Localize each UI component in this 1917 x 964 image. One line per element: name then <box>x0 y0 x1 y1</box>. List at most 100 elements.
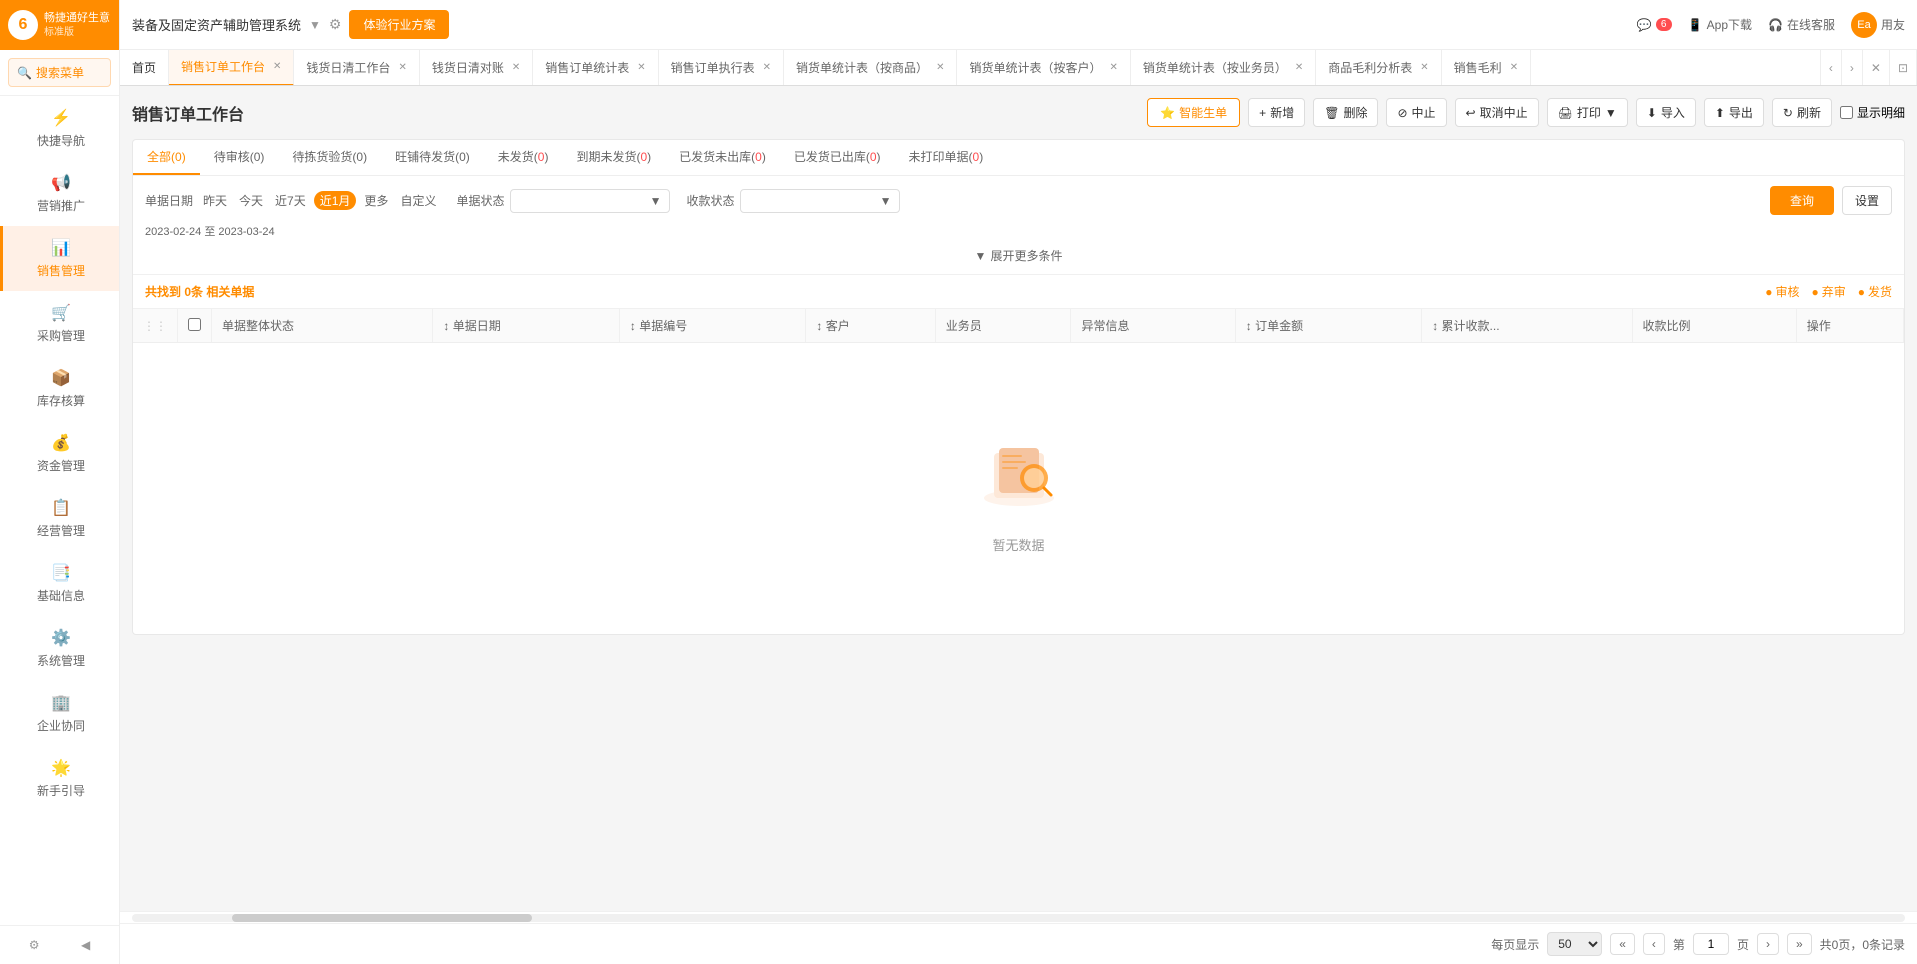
date-range-display: 2023-02-24 至 2023-03-24 <box>145 223 275 239</box>
status-tab-wangpu-pending-ship[interactable]: 旺铺待发货(0) <box>381 140 484 175</box>
import-btn[interactable]: ⬇ 导入 <box>1636 98 1696 127</box>
status-tab-shipped-not-stocked[interactable]: 已发货未出库(0) <box>665 140 780 175</box>
user-action[interactable]: Ea 用友 <box>1851 12 1905 38</box>
last-page-btn[interactable]: » <box>1787 933 1812 955</box>
tab-close-sales-stats-staff[interactable]: ✕ <box>1295 62 1303 73</box>
next-page-btn[interactable]: › <box>1757 933 1779 955</box>
sidebar-item-base[interactable]: 📑基础信息 <box>0 551 119 616</box>
date-opt-1month[interactable]: 近1月 <box>314 191 357 210</box>
sidebar-item-operation[interactable]: 📋经营管理 <box>0 486 119 551</box>
show-detail-checkbox[interactable] <box>1840 106 1853 119</box>
tab-close-cash-daily[interactable]: ✕ <box>398 62 406 73</box>
tab-close-sales-profit[interactable]: ✕ <box>1510 62 1518 73</box>
tab-sales-order-workbench[interactable]: 销售订单工作台✕ <box>169 50 294 86</box>
message-action[interactable]: 💬 6 <box>1637 18 1672 32</box>
header-gear-icon[interactable]: ⚙ <box>329 16 342 33</box>
status-tab-label-wangpu-pending-ship: 旺铺待发货(0) <box>395 150 470 164</box>
app-download-action[interactable]: 📱 App下载 <box>1688 16 1752 33</box>
sidebar-item-enterprise[interactable]: 🏢企业协同 <box>0 681 119 746</box>
date-opt-today[interactable]: 今天 <box>235 190 267 211</box>
status-tab-all[interactable]: 全部(0) <box>133 140 200 175</box>
tab-label-cash-daily: 钱货日清工作台 <box>306 59 390 76</box>
nav-icon-sales: 📊 <box>51 238 71 258</box>
tab-expand-btn[interactable]: ⊡ <box>1890 50 1917 86</box>
status-tab-pending-review[interactable]: 待审核(0) <box>200 140 279 175</box>
select-all-checkbox[interactable] <box>188 318 201 331</box>
collapse-icon[interactable]: ◀ <box>77 934 94 956</box>
page-suffix: 页 <box>1737 936 1749 953</box>
tab-sales-stats-product[interactable]: 销货单统计表（按商品）✕ <box>784 50 957 86</box>
payment-select[interactable]: ▼ <box>740 189 900 213</box>
online-service-action[interactable]: 🎧 在线客服 <box>1768 16 1835 33</box>
tab-sales-stats-staff[interactable]: 销货单统计表（按业务员）✕ <box>1131 50 1316 86</box>
add-btn[interactable]: + 新增 <box>1248 98 1305 127</box>
cancel-stop-btn[interactable]: ↩ 取消中止 <box>1455 98 1539 127</box>
date-opt-yesterday[interactable]: 昨天 <box>199 190 231 211</box>
expand-more-btn[interactable]: ▼ 展开更多条件 <box>975 247 1063 264</box>
set-btn[interactable]: 设置 <box>1842 186 1892 215</box>
tab-label-sales-order-exec: 销售订单执行表 <box>671 59 755 76</box>
settings-icon[interactable]: ⚙ <box>25 934 44 956</box>
th-collected: ↕ 累计收款... <box>1422 309 1632 343</box>
reject-btn[interactable]: ● 弃审 <box>1811 283 1845 300</box>
header-dropdown-icon[interactable]: ▼ <box>309 18 321 32</box>
tab-close-sales-stats-product[interactable]: ✕ <box>936 62 944 73</box>
sidebar-item-system[interactable]: ⚙️系统管理 <box>0 616 119 681</box>
first-page-btn[interactable]: « <box>1610 933 1635 955</box>
date-opt-more[interactable]: 更多 <box>360 190 392 211</box>
header-left: 装备及固定资产辅助管理系统 ▼ ⚙ 体验行业方案 <box>132 10 449 39</box>
status-tab-shipped-stocked[interactable]: 已发货已出库(0) <box>780 140 895 175</box>
tab-next-btn[interactable]: › <box>1842 50 1863 86</box>
tab-close-sales-order-exec[interactable]: ✕ <box>763 62 771 73</box>
sidebar-item-guide[interactable]: 🌟新手引导 <box>0 746 119 811</box>
search-menu-button[interactable]: 🔍 搜索菜单 <box>8 58 111 87</box>
status-tab-not-printed[interactable]: 未打印单据(0) <box>895 140 998 175</box>
tab-close-cash-reconcile[interactable]: ✕ <box>512 62 520 73</box>
tab-close-all-btn[interactable]: ✕ <box>1863 50 1890 86</box>
tab-nav-buttons: ‹ › ✕ ⊡ <box>1820 50 1917 86</box>
tab-sales-stats-customer[interactable]: 销货单统计表（按客户）✕ <box>957 50 1130 86</box>
smart-generate-btn[interactable]: ⭐ 智能生单 <box>1147 98 1240 127</box>
stop-icon: ⊘ <box>1397 106 1407 120</box>
page-input[interactable] <box>1693 933 1729 955</box>
sidebar-item-inventory[interactable]: 📦库存核算 <box>0 356 119 421</box>
tab-product-margin[interactable]: 商品毛利分析表✕ <box>1316 50 1441 86</box>
delete-btn[interactable]: 🗑 删除 <box>1313 98 1378 127</box>
tab-home[interactable]: 首页 <box>120 50 169 86</box>
industry-btn[interactable]: 体验行业方案 <box>349 10 449 39</box>
tab-cash-reconcile[interactable]: 钱货日清对账✕ <box>420 50 533 86</box>
export-btn[interactable]: ⬆ 导出 <box>1704 98 1764 127</box>
status-tab-overdue-ship[interactable]: 到期未发货(0) <box>562 140 665 175</box>
tab-close-sales-order-workbench[interactable]: ✕ <box>273 61 281 72</box>
tab-close-sales-stats-customer[interactable]: ✕ <box>1109 62 1117 73</box>
tab-sales-profit[interactable]: 销售毛利✕ <box>1442 50 1531 86</box>
sidebar-item-sales[interactable]: 📊销售管理 <box>0 226 119 291</box>
tab-cash-daily[interactable]: 钱货日清工作台 ✕ <box>294 50 419 86</box>
sidebar-item-quick-nav[interactable]: ⚡快捷导航 <box>0 96 119 161</box>
query-btn[interactable]: 查询 <box>1770 186 1834 215</box>
audit-btn[interactable]: ● 审核 <box>1765 283 1799 300</box>
ship-btn[interactable]: ● 发货 <box>1858 283 1892 300</box>
show-detail-label[interactable]: 显示明细 <box>1840 104 1905 121</box>
scrollbar-thumb[interactable] <box>232 914 532 922</box>
stop-btn[interactable]: ⊘ 中止 <box>1386 98 1446 127</box>
status-select[interactable]: ▼ <box>510 189 670 213</box>
status-tab-not-shipped[interactable]: 未发货(0) <box>484 140 563 175</box>
nav-icon-finance: 💰 <box>51 433 71 453</box>
status-tab-pending-verify[interactable]: 待拣货验货(0) <box>278 140 381 175</box>
sidebar-item-finance[interactable]: 💰资金管理 <box>0 421 119 486</box>
refresh-btn[interactable]: ↻ 刷新 <box>1772 98 1832 127</box>
per-page-label: 每页显示 <box>1491 936 1539 953</box>
per-page-select[interactable]: 50 100 200 <box>1547 932 1602 956</box>
tab-close-product-margin[interactable]: ✕ <box>1420 62 1428 73</box>
sidebar-item-purchase[interactable]: 🛒采购管理 <box>0 291 119 356</box>
sidebar-item-marketing[interactable]: 📢营销推广 <box>0 161 119 226</box>
date-opt-7days[interactable]: 近7天 <box>271 190 310 211</box>
tab-sales-order-exec[interactable]: 销售订单执行表 ✕ <box>659 50 784 86</box>
tab-sales-order-stats[interactable]: 销售订单统计表✕ <box>533 50 658 86</box>
date-opt-custom[interactable]: 自定义 <box>396 190 440 211</box>
prev-page-btn[interactable]: ‹ <box>1643 933 1665 955</box>
print-btn[interactable]: 🖨 打印 ▼ <box>1547 98 1628 127</box>
tab-prev-btn[interactable]: ‹ <box>1821 50 1842 86</box>
tab-close-sales-order-stats[interactable]: ✕ <box>637 62 645 73</box>
